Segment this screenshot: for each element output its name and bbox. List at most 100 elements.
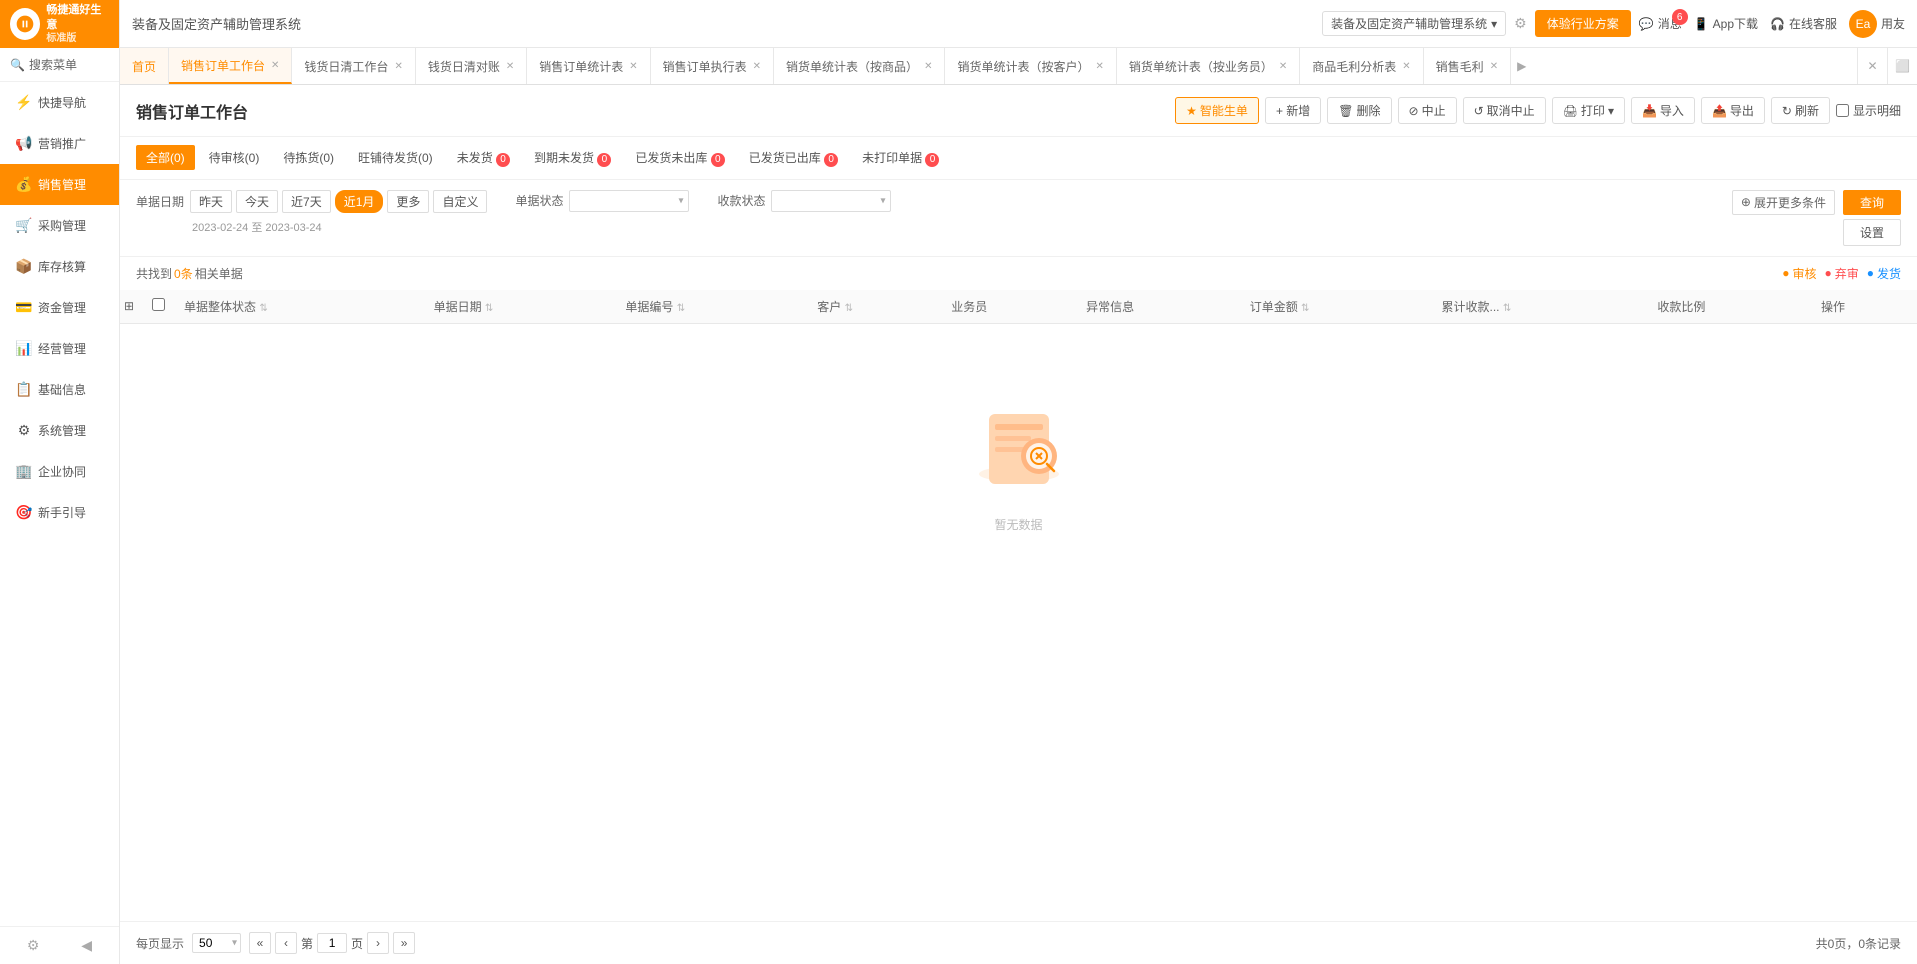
tab-close-sales-product[interactable]: ✕: [924, 61, 932, 72]
th-number[interactable]: 单据编号 ⇅: [615, 290, 807, 324]
tab-close-sales-workbench[interactable]: ✕: [271, 60, 279, 71]
th-collected[interactable]: 累计收款... ⇅: [1432, 290, 1648, 324]
status-filter-select[interactable]: [569, 190, 689, 212]
tab-sales-stats[interactable]: 销售订单统计表 ✕: [527, 48, 650, 84]
export-btn[interactable]: 📤 导出: [1701, 97, 1765, 124]
payment-filter-wrap: [771, 190, 891, 212]
collapse-icon[interactable]: ◀: [81, 937, 92, 954]
sidebar-item-enterprise[interactable]: 🏢 企业协同: [0, 451, 119, 492]
prev-page-btn[interactable]: ‹: [275, 932, 297, 954]
refresh-btn[interactable]: ↻ 刷新: [1771, 97, 1830, 124]
sidebar-item-operations[interactable]: 📊 经营管理: [0, 328, 119, 369]
settings-gear-icon[interactable]: ⚙: [1514, 15, 1527, 32]
expand-filter-btn[interactable]: ⊕ 展开更多条件: [1732, 190, 1835, 215]
sub-tab-shipped-out[interactable]: 已发货已出库 0: [739, 145, 848, 171]
tab-sales-staff[interactable]: 销货单统计表（按业务员） ✕: [1117, 48, 1300, 84]
tab-close-cash-check[interactable]: ✕: [506, 61, 514, 72]
sub-tab-wangpu[interactable]: 旺铺待发货(0): [348, 145, 443, 170]
tab-close-sales-customer[interactable]: ✕: [1095, 61, 1103, 72]
dropdown-icon: ▾: [1491, 17, 1497, 31]
tab-close-sales-exec[interactable]: ✕: [753, 61, 761, 72]
tab-sales-gross[interactable]: 销售毛利 ✕: [1424, 48, 1511, 84]
date-btn-1month[interactable]: 近1月: [335, 190, 384, 213]
smart-generate-btn[interactable]: ★ 智能生单: [1175, 97, 1259, 124]
industry-btn[interactable]: 体验行业方案: [1535, 10, 1631, 37]
system-dropdown-btn[interactable]: 装备及固定资产辅助管理系统 ▾: [1322, 11, 1506, 36]
tab-sales-product[interactable]: 销货单统计表（按商品） ✕: [774, 48, 945, 84]
date-btn-custom[interactable]: 自定义: [433, 190, 487, 213]
th-customer[interactable]: 客户 ⇅: [807, 290, 941, 324]
th-date[interactable]: 单据日期 ⇅: [424, 290, 616, 324]
set-btn[interactable]: 设置: [1843, 219, 1901, 246]
stop-btn[interactable]: ⊘ 中止: [1398, 97, 1457, 124]
last-page-btn[interactable]: »: [393, 932, 415, 954]
tab-add-btn[interactable]: ✕: [1857, 48, 1887, 84]
sidebar-item-sales[interactable]: 💰 销售管理: [0, 164, 119, 205]
sidebar-search[interactable]: 🔍 搜索菜单: [0, 48, 119, 82]
tab-sales-exec[interactable]: 销售订单执行表 ✕: [651, 48, 774, 84]
tab-close-sales-staff[interactable]: ✕: [1279, 61, 1287, 72]
tab-cash-daily[interactable]: 钱货日清工作台 ✕: [292, 48, 415, 84]
sub-tab-shipped-not-out[interactable]: 已发货未出库 0: [625, 145, 734, 171]
online-service-btn[interactable]: 🎧 在线客服: [1770, 15, 1837, 32]
tab-cash-check[interactable]: 钱货日清对账 ✕: [416, 48, 527, 84]
cancel-stop-btn[interactable]: ↺ 取消中止: [1463, 97, 1546, 124]
print-btn[interactable]: 🖨 打印 ▾: [1552, 97, 1625, 124]
sidebar-item-marketing[interactable]: 📢 营销推广: [0, 123, 119, 164]
user-menu-btn[interactable]: Ea 用友: [1849, 10, 1905, 38]
sub-tab-pending-review[interactable]: 待审核(0): [199, 145, 270, 170]
show-detail-check[interactable]: [1836, 104, 1849, 117]
print-icon: 🖨: [1563, 104, 1578, 118]
add-btn[interactable]: + 新增: [1265, 97, 1321, 124]
brand-logo: 畅捷通好生意 标准版: [0, 0, 119, 48]
tab-nav-forward[interactable]: ▶: [1511, 48, 1532, 84]
page-input[interactable]: [317, 933, 347, 953]
sidebar-item-quick-nav[interactable]: ⚡ 快捷导航: [0, 82, 119, 123]
status-filter-label: 单据状态: [515, 192, 563, 209]
sidebar-item-inventory[interactable]: 📦 库存核算: [0, 246, 119, 287]
page-size-select[interactable]: 20 50 100: [192, 933, 241, 953]
import-btn[interactable]: 📥 导入: [1631, 97, 1695, 124]
payment-filter-select[interactable]: [771, 190, 891, 212]
message-btn[interactable]: 💬 消息 6: [1639, 15, 1682, 32]
sidebar-item-purchase[interactable]: 🛒 采购管理: [0, 205, 119, 246]
date-btn-7days[interactable]: 近7天: [282, 190, 331, 213]
delete-btn[interactable]: 🗑 删除: [1327, 97, 1391, 124]
tab-close-sales-stats[interactable]: ✕: [629, 61, 637, 72]
sub-tab-not-shipped[interactable]: 未发货 0: [447, 145, 520, 171]
show-detail-checkbox[interactable]: 显示明细: [1836, 102, 1901, 119]
tab-close-sales-gross[interactable]: ✕: [1490, 61, 1498, 72]
sub-tabs: 全部(0) 待审核(0) 待拣货(0) 旺铺待发货(0) 未发货 0 到期未发货…: [120, 137, 1917, 180]
query-btn[interactable]: 查询: [1843, 190, 1901, 215]
sidebar-item-guide[interactable]: 🎯 新手引导: [0, 492, 119, 533]
th-status[interactable]: 单据整体状态 ⇅: [174, 290, 424, 324]
bulk-ship-btn[interactable]: ● 发货: [1867, 265, 1901, 282]
tab-restore-btn[interactable]: ⬜: [1887, 48, 1917, 84]
first-page-btn[interactable]: «: [249, 932, 271, 954]
tab-sales-workbench[interactable]: 销售订单工作台 ✕: [169, 48, 292, 84]
tab-profit-analysis[interactable]: 商品毛利分析表 ✕: [1300, 48, 1423, 84]
sub-tab-not-printed[interactable]: 未打印单据 0: [852, 145, 949, 171]
tab-sales-customer[interactable]: 销货单统计表（按客户） ✕: [945, 48, 1116, 84]
sidebar-item-base-info[interactable]: 📋 基础信息: [0, 369, 119, 410]
sidebar-item-finance[interactable]: 💳 资金管理: [0, 287, 119, 328]
select-all-checkbox[interactable]: [152, 298, 165, 311]
tab-home[interactable]: 首页: [120, 48, 169, 84]
sidebar-item-system[interactable]: ⚙ 系统管理: [0, 410, 119, 451]
sub-tab-all[interactable]: 全部(0): [136, 145, 195, 170]
table-info-count: 0条: [174, 265, 193, 282]
date-btn-yesterday[interactable]: 昨天: [190, 190, 232, 213]
sub-tab-pending-pickup[interactable]: 待拣货(0): [273, 145, 344, 170]
tab-close-profit[interactable]: ✕: [1402, 61, 1410, 72]
tab-close-cash-daily[interactable]: ✕: [394, 61, 402, 72]
bulk-cancel-audit-btn[interactable]: ● 弃审: [1824, 265, 1858, 282]
app-download-btn[interactable]: 📱 App下载: [1694, 15, 1758, 32]
next-page-btn[interactable]: ›: [367, 932, 389, 954]
th-amount[interactable]: 订单金额 ⇅: [1240, 290, 1432, 324]
filter-actions: 查询 设置: [1843, 190, 1901, 246]
date-btn-more[interactable]: 更多: [387, 190, 429, 213]
date-btn-today[interactable]: 今天: [236, 190, 278, 213]
settings-icon[interactable]: ⚙: [27, 937, 40, 954]
sub-tab-expired-not-shipped[interactable]: 到期未发货 0: [524, 145, 621, 171]
bulk-audit-btn[interactable]: ● 审核: [1782, 265, 1816, 282]
